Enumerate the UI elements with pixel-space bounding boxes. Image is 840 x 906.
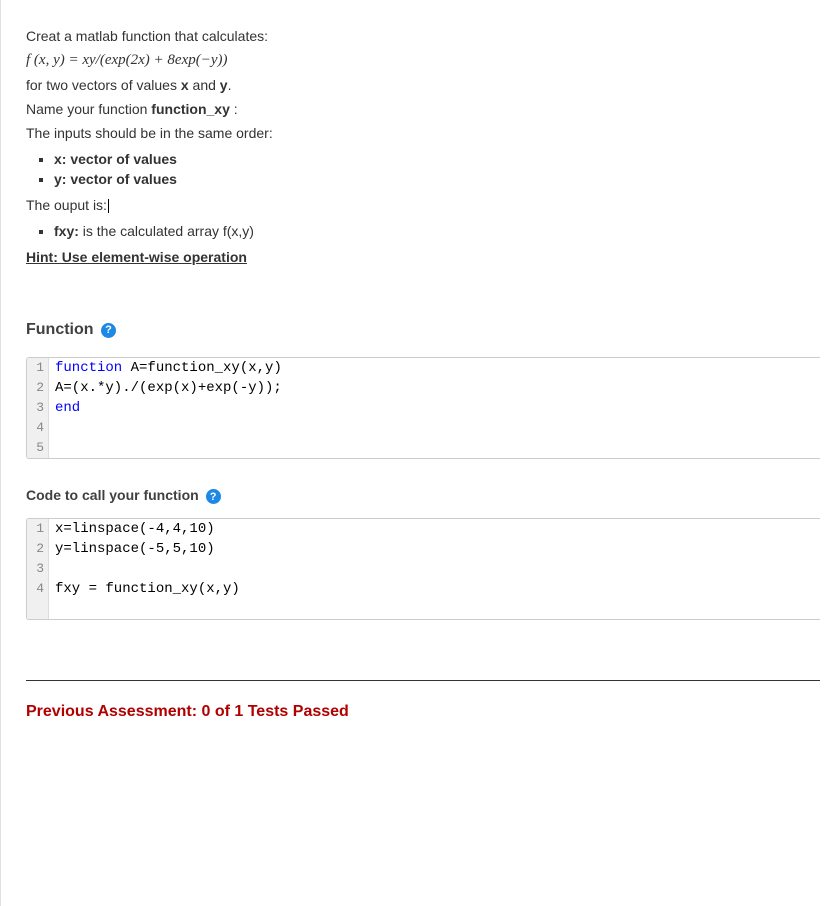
gutter: 3	[27, 398, 49, 418]
t: Name your function	[26, 101, 151, 117]
t: Code to call your function	[26, 487, 199, 503]
function-heading: Function ?	[26, 321, 820, 339]
t: y: vector of values	[54, 171, 177, 187]
intro-line3: Name your function function_xy :	[26, 101, 820, 117]
keyword-function: function	[55, 360, 122, 376]
bullet-x: x: vector of values	[54, 151, 820, 167]
gutter: 1	[27, 519, 49, 539]
assessment-status: Previous Assessment: 0 of 1 Tests Passed	[26, 703, 820, 721]
t: is the calculated array f(x,y)	[79, 223, 254, 239]
t: and	[189, 77, 220, 93]
calling-code-editor[interactable]: 1 x=linspace(-4,4,10) 2 y=linspace(-5,5,…	[26, 518, 820, 620]
function-code-editor[interactable]: 1 function A=function_xy(x,y) 2 A=(x.*y)…	[26, 357, 820, 459]
t: .	[228, 77, 232, 93]
formula: f (x, y) = xy/(exp(2x) + 8exp(−y))	[26, 52, 820, 69]
bullet-y: y: vector of values	[54, 171, 820, 187]
code-text: fxy = function_xy(x,y)	[55, 581, 240, 597]
code-text: y=linspace(-5,5,10)	[55, 541, 215, 557]
t: Function	[26, 321, 94, 338]
intro-line1: Creat a matlab function that calculates:	[26, 28, 820, 44]
gutter: 4	[27, 579, 49, 599]
intro-line5: The ouput is:	[26, 197, 820, 213]
intro-line4: The inputs should be in the same order:	[26, 125, 820, 141]
gutter: 2	[27, 378, 49, 398]
code-text: x=linspace(-4,4,10)	[55, 521, 215, 537]
bullet-fxy: fxy: is the calculated array f(x,y)	[54, 223, 820, 239]
y-var: y	[220, 77, 228, 93]
gutter: 4	[27, 418, 49, 438]
hint-text: Hint: Use element-wise operation	[26, 249, 820, 265]
intro-line2: for two vectors of values x and y.	[26, 77, 820, 93]
keyword-end: end	[55, 400, 80, 416]
divider	[26, 680, 820, 681]
gutter	[27, 599, 49, 619]
gutter: 3	[27, 559, 49, 579]
t: The ouput is:	[26, 197, 109, 213]
func-name: function_xy	[151, 101, 230, 117]
code-text: A=(x.*y)./(exp(x)+exp(-y));	[55, 380, 282, 396]
t: x: vector of values	[54, 151, 177, 167]
t: for two vectors of values	[26, 77, 181, 93]
help-icon[interactable]: ?	[206, 489, 221, 504]
code-text: A=function_xy(x,y)	[122, 360, 282, 376]
help-icon[interactable]: ?	[101, 323, 116, 338]
gutter: 1	[27, 358, 49, 378]
gutter: 2	[27, 539, 49, 559]
call-heading: Code to call your function ?	[26, 487, 820, 504]
t: :	[230, 101, 238, 117]
x-var: x	[181, 77, 189, 93]
gutter: 5	[27, 438, 49, 458]
t: fxy:	[54, 223, 79, 239]
